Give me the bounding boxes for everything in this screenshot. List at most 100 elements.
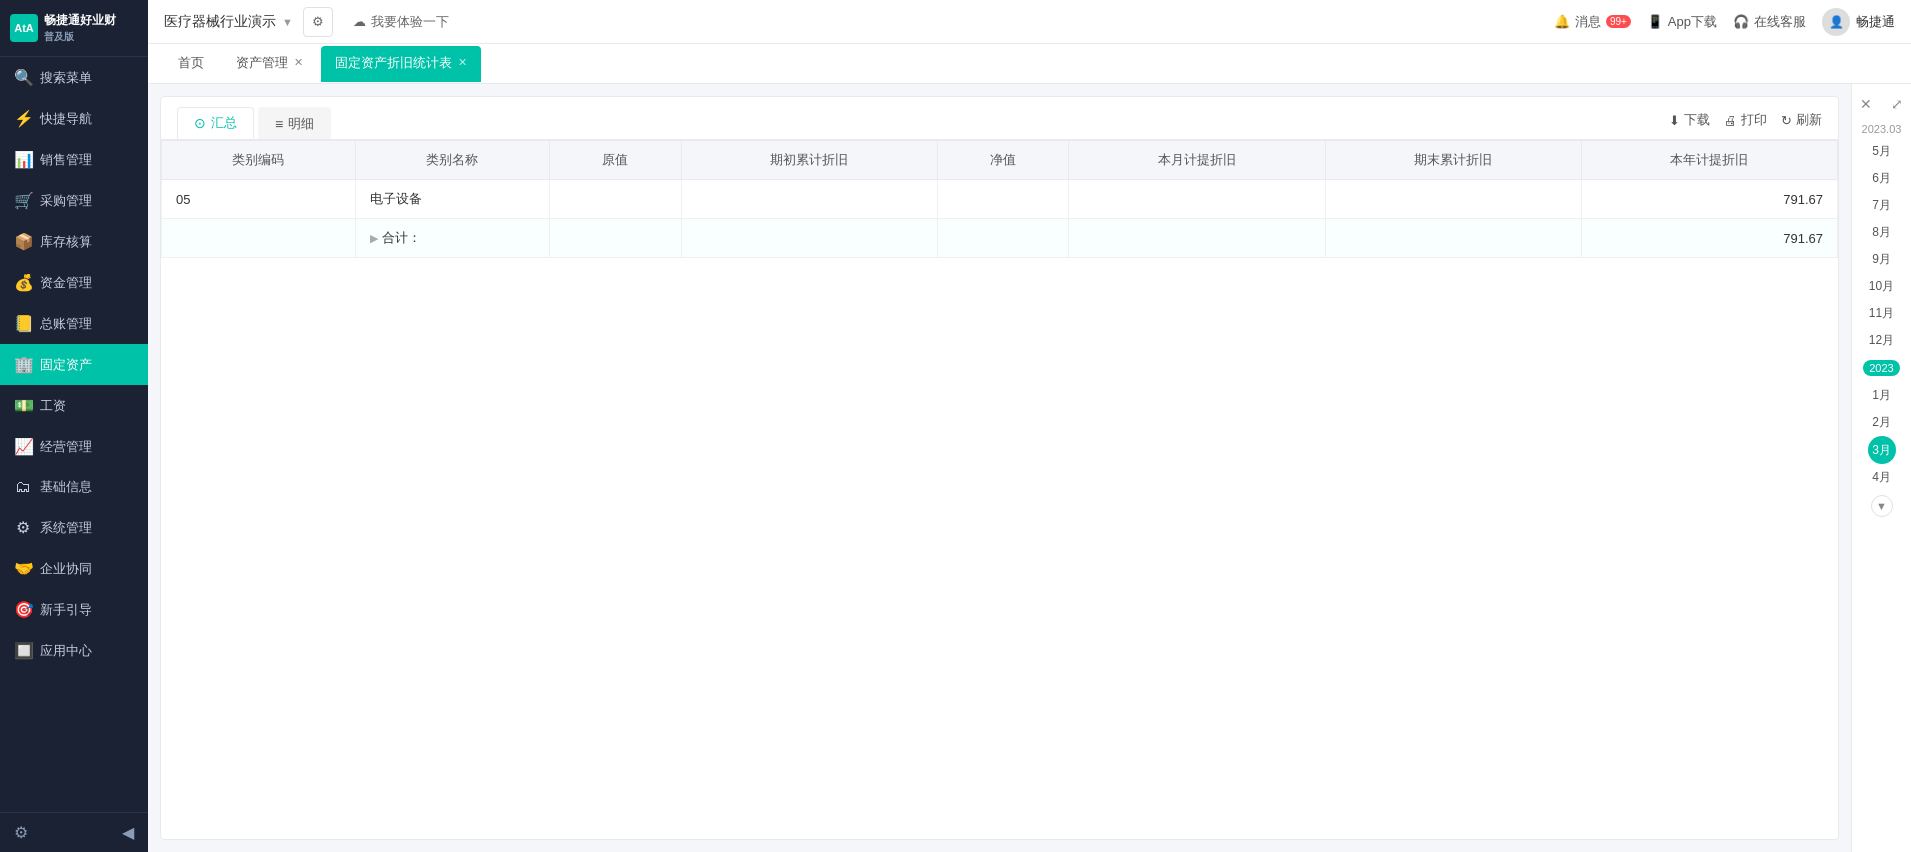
- sidebar-footer: ⚙ ◀: [0, 812, 148, 852]
- tab-asset-management[interactable]: 资产管理 ✕: [222, 46, 317, 82]
- print-label: 打印: [1741, 111, 1767, 129]
- scroll-down-icon[interactable]: ▼: [1871, 495, 1893, 517]
- app-name: 畅捷通好业财: [44, 12, 116, 29]
- notification-label: 消息: [1575, 13, 1601, 31]
- nav-icon: 🏢: [14, 355, 32, 374]
- sidebar-item-工资[interactable]: 💵工资: [0, 385, 148, 426]
- sidebar-item-经营管理[interactable]: 📈经营管理: [0, 426, 148, 467]
- download-icon: 📱: [1647, 14, 1663, 29]
- close-asset-tab-icon[interactable]: ✕: [294, 56, 303, 69]
- nav-icon: 💰: [14, 273, 32, 292]
- experience-button[interactable]: ☁ 我要体验一下: [343, 9, 459, 35]
- company-selector[interactable]: 医疗器械行业演示 ▼: [164, 13, 293, 31]
- nav-icon: 📒: [14, 314, 32, 333]
- month-item[interactable]: 9月: [1867, 246, 1896, 273]
- sidebar-item-新手引导[interactable]: 🎯新手引导: [0, 589, 148, 630]
- collapse-icon[interactable]: ◀: [122, 823, 134, 842]
- tab-depreciation-report[interactable]: 固定资产折旧统计表 ✕: [321, 46, 481, 82]
- date-list: 2023.03 5月6月7月8月9月10月11月12月 2023 1月2月3月4…: [1852, 120, 1911, 491]
- expand-panel-icon[interactable]: ⤢: [1891, 96, 1903, 112]
- sidebar-item-搜索菜单[interactable]: 🔍搜索菜单: [0, 57, 148, 98]
- tab-home-label: 首页: [178, 54, 204, 72]
- subtotal-label: [162, 219, 356, 258]
- sidebar-item-总账管理[interactable]: 📒总账管理: [0, 303, 148, 344]
- subtotal-net: [937, 219, 1069, 258]
- sidebar-nav: 🔍搜索菜单⚡快捷导航📊销售管理🛒采购管理📦库存核算💰资金管理📒总账管理🏢固定资产…: [0, 57, 148, 812]
- subtotal-initial: [681, 219, 937, 258]
- content-area: ⊙ 汇总 ≡ 明细 ⬇ 下载 🖨 打印: [148, 84, 1911, 852]
- month-item[interactable]: 12月: [1867, 327, 1896, 354]
- depreciation-table: 类别编码 类别名称 原值 期初累计折旧 净值 本月计提折旧 期末累计折旧 本年计…: [161, 140, 1838, 258]
- app-download-label: App下载: [1668, 13, 1717, 31]
- subtabs-toolbar: ⬇ 下载 🖨 打印 ↻ 刷新: [1669, 111, 1822, 135]
- current-month-item[interactable]: 3月: [1868, 436, 1896, 464]
- app-logo: AtA 畅捷通好业财 普及版: [0, 0, 148, 57]
- subtotal-original: [549, 219, 681, 258]
- col-code: 类别编码: [162, 141, 356, 180]
- topbar-left: 医疗器械行业演示 ▼ ⚙ ☁ 我要体验一下: [164, 7, 459, 37]
- sidebar-item-企业协同[interactable]: 🤝企业协同: [0, 548, 148, 589]
- month-item[interactable]: 6月: [1867, 165, 1896, 192]
- sidebar: AtA 畅捷通好业财 普及版 🔍搜索菜单⚡快捷导航📊销售管理🛒采购管理📦库存核算…: [0, 0, 148, 852]
- headset-icon: 🎧: [1733, 14, 1749, 29]
- nav-icon: ⚡: [14, 109, 32, 128]
- sidebar-item-库存核算[interactable]: 📦库存核算: [0, 221, 148, 262]
- nav-icon: 🔲: [14, 641, 32, 660]
- sidebar-item-基础信息[interactable]: 🗂基础信息: [0, 467, 148, 507]
- month-item[interactable]: 5月: [1867, 138, 1896, 165]
- gear-button[interactable]: ⚙: [303, 7, 333, 37]
- topbar: 医疗器械行业演示 ▼ ⚙ ☁ 我要体验一下 🔔 消息 99 📱 App下载 🎧 …: [148, 0, 1911, 44]
- customer-service-button[interactable]: 🎧 在线客服: [1733, 13, 1806, 31]
- month-item[interactable]: 2月: [1868, 409, 1896, 436]
- sidebar-item-采购管理[interactable]: 🛒采购管理: [0, 180, 148, 221]
- month-item[interactable]: 11月: [1867, 300, 1896, 327]
- print-button[interactable]: 🖨 打印: [1724, 111, 1767, 129]
- sidebar-item-系统管理[interactable]: ⚙系统管理: [0, 507, 148, 548]
- subtab-summary[interactable]: ⊙ 汇总: [177, 107, 254, 139]
- nav-icon: 💵: [14, 396, 32, 415]
- sidebar-item-销售管理[interactable]: 📊销售管理: [0, 139, 148, 180]
- nav-icon: 🛒: [14, 191, 32, 210]
- sidebar-item-快捷导航[interactable]: ⚡快捷导航: [0, 98, 148, 139]
- nav-icon: 📈: [14, 437, 32, 456]
- download-button[interactable]: ⬇ 下载: [1669, 111, 1710, 129]
- year-badge[interactable]: 2023: [1863, 360, 1899, 376]
- month-item[interactable]: 1月: [1868, 382, 1896, 409]
- logo-icon: AtA: [10, 14, 38, 42]
- data-table-container: 类别编码 类别名称 原值 期初累计折旧 净值 本月计提折旧 期末累计折旧 本年计…: [161, 140, 1838, 839]
- sidebar-item-资金管理[interactable]: 💰资金管理: [0, 262, 148, 303]
- cell-name: 电子设备: [355, 180, 549, 219]
- month-item[interactable]: 8月: [1867, 219, 1896, 246]
- close-depreciation-tab-icon[interactable]: ✕: [458, 56, 467, 69]
- table-row: 05 电子设备 791.67: [162, 180, 1838, 219]
- cell-code: 05: [162, 180, 356, 219]
- sidebar-item-固定资产[interactable]: 🏢固定资产: [0, 344, 148, 385]
- chevron-down-icon: ▼: [282, 16, 293, 28]
- settings-icon[interactable]: ⚙: [14, 823, 28, 842]
- sidebar-item-应用中心[interactable]: 🔲应用中心: [0, 630, 148, 671]
- topbar-right: 🔔 消息 99 📱 App下载 🎧 在线客服 👤 畅捷通: [1554, 8, 1895, 36]
- user-menu[interactable]: 👤 畅捷通: [1822, 8, 1895, 36]
- close-panel-icon[interactable]: ✕: [1860, 96, 1872, 112]
- content-main: ⊙ 汇总 ≡ 明细 ⬇ 下载 🖨 打印: [160, 96, 1839, 840]
- tab-home[interactable]: 首页: [164, 46, 218, 82]
- bell-icon: 🔔: [1554, 14, 1570, 29]
- app-download-button[interactable]: 📱 App下载: [1647, 13, 1717, 31]
- notification-button[interactable]: 🔔 消息 99: [1554, 13, 1631, 31]
- experience-label: 我要体验一下: [371, 13, 449, 31]
- print-icon: 🖨: [1724, 113, 1737, 128]
- tab-depreciation-label: 固定资产折旧统计表: [335, 54, 452, 72]
- user-name: 畅捷通: [1856, 13, 1895, 31]
- nav-icon: 📊: [14, 150, 32, 169]
- subtab-detail[interactable]: ≡ 明细: [258, 107, 331, 139]
- summary-icon: ⊙: [194, 115, 206, 131]
- month-item[interactable]: 7月: [1867, 192, 1896, 219]
- refresh-button[interactable]: ↻ 刷新: [1781, 111, 1822, 129]
- month-item[interactable]: 10月: [1867, 273, 1896, 300]
- subtabs-left: ⊙ 汇总 ≡ 明细: [177, 107, 331, 139]
- col-annual-dep: 本年计提折旧: [1581, 141, 1837, 180]
- company-name: 医疗器械行业演示: [164, 13, 276, 31]
- download-label: 下载: [1684, 111, 1710, 129]
- subtotal-annual: 791.67: [1581, 219, 1837, 258]
- month-item[interactable]: 4月: [1868, 464, 1896, 491]
